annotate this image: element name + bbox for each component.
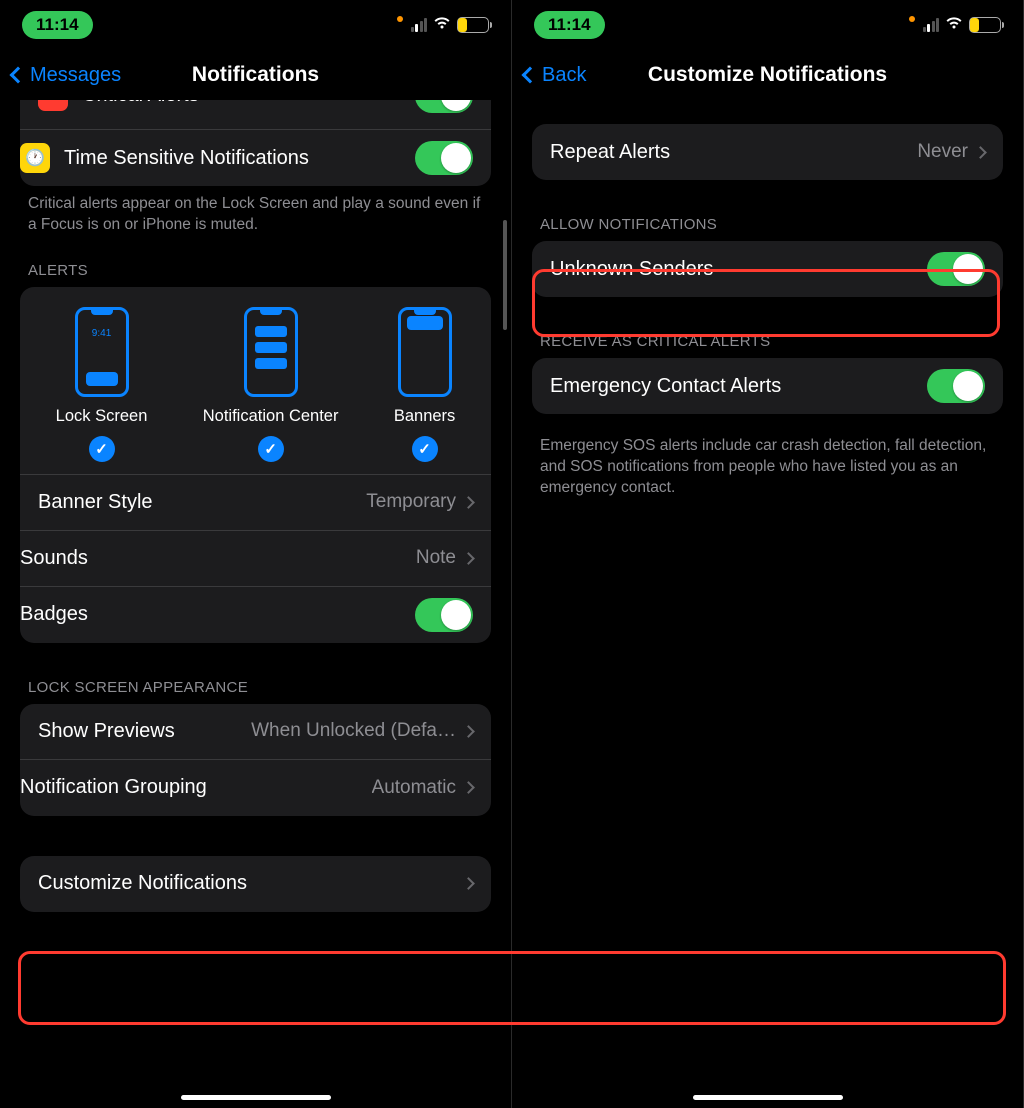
home-indicator[interactable] (693, 1095, 843, 1100)
emergency-footer: Emergency SOS alerts include car crash d… (532, 428, 1003, 519)
show-previews-value: When Unlocked (Defa… (251, 720, 456, 742)
notification-center-icon (244, 307, 298, 397)
critical-group: Emergency Contact Alerts (532, 358, 1003, 414)
grouping-label: Notification Grouping (20, 776, 372, 799)
battery-icon: 18 (457, 17, 489, 33)
unknown-senders-toggle[interactable] (927, 252, 985, 286)
critical-alerts-label: Critical Alerts (82, 100, 415, 107)
wifi-icon (945, 16, 963, 35)
phone-right: 11:14 18 Back Customize Notifications Re… (512, 0, 1024, 1108)
grouping-row[interactable]: Notification Grouping Automatic (20, 760, 491, 816)
check-icon: ✓ (258, 436, 284, 462)
battery-icon: 18 (969, 17, 1001, 33)
sounds-label: Sounds (20, 547, 416, 570)
chevron-right-icon (462, 781, 475, 794)
customize-notifications-row[interactable]: Customize Notifications (20, 856, 491, 912)
chevron-left-icon (522, 67, 539, 84)
clock-icon: 🕐 (20, 143, 50, 173)
chevron-right-icon (462, 877, 475, 890)
alert-lockscreen-option[interactable]: Lock Screen ✓ (56, 307, 148, 462)
alert-style-selector: Lock Screen ✓ Notification Center ✓ Bann… (20, 287, 491, 475)
lockscreen-group: Show Previews When Unlocked (Defa… Notif… (20, 704, 491, 816)
banner-icon (398, 307, 452, 397)
customize-label: Customize Notifications (38, 872, 464, 895)
alert-banner-label: Banners (394, 407, 455, 426)
content-left: Critical Alerts 🕐 Time Sensitive Notific… (0, 100, 511, 1108)
alert-center-option[interactable]: Notification Center ✓ (203, 307, 339, 462)
chevron-right-icon (462, 725, 475, 738)
back-button[interactable]: Back (524, 64, 586, 87)
page-title: Notifications (192, 63, 319, 87)
chevron-right-icon (462, 496, 475, 509)
chevron-left-icon (10, 67, 27, 84)
allow-group: Unknown Senders (532, 241, 1003, 297)
emergency-row[interactable]: Emergency Contact Alerts (532, 358, 1003, 414)
back-button[interactable]: Messages (12, 64, 121, 87)
signal-icon (923, 18, 940, 32)
allow-header: ALLOW NOTIFICATIONS (532, 194, 1003, 241)
badges-label: Badges (20, 603, 415, 626)
repeat-alerts-label: Repeat Alerts (550, 141, 917, 164)
wifi-icon (433, 16, 451, 35)
back-label: Back (542, 64, 586, 87)
show-previews-label: Show Previews (38, 720, 251, 743)
grouping-value: Automatic (372, 777, 456, 799)
unknown-senders-row[interactable]: Unknown Senders (532, 241, 1003, 297)
unknown-senders-label: Unknown Senders (550, 258, 927, 281)
banner-style-value: Temporary (366, 491, 456, 513)
sounds-row[interactable]: Sounds Note (20, 531, 491, 587)
lockscreen-icon (75, 307, 129, 397)
alerts-header: ALERTS (20, 256, 491, 287)
chevron-right-icon (462, 552, 475, 565)
status-bar: 11:14 18 (0, 0, 511, 50)
emergency-toggle[interactable] (927, 369, 985, 403)
back-label: Messages (30, 64, 121, 87)
bell-icon (38, 100, 68, 111)
repeat-alerts-row[interactable]: Repeat Alerts Never (532, 124, 1003, 180)
sounds-value: Note (416, 547, 456, 569)
alert-banner-option[interactable]: Banners ✓ (394, 307, 455, 462)
banner-style-row[interactable]: Banner Style Temporary (20, 475, 491, 531)
status-icons: 18 (397, 16, 490, 35)
alert-center-label: Notification Center (203, 407, 339, 426)
home-indicator[interactable] (181, 1095, 331, 1100)
critical-footer: Critical alerts appear on the Lock Scree… (20, 186, 491, 256)
scroll-indicator[interactable] (503, 220, 507, 330)
alert-lockscreen-label: Lock Screen (56, 407, 148, 426)
recording-dot-icon (397, 16, 403, 22)
status-time: 11:14 (534, 11, 605, 39)
content-right: Repeat Alerts Never ALLOW NOTIFICATIONS … (512, 100, 1023, 1108)
critical-header: RECEIVE AS CRITICAL ALERTS (532, 311, 1003, 358)
phone-left: 11:14 18 Messages Notifications Critical… (0, 0, 512, 1108)
recording-dot-icon (909, 16, 915, 22)
critical-group: Critical Alerts 🕐 Time Sensitive Notific… (20, 100, 491, 186)
status-bar: 11:14 18 (512, 0, 1023, 50)
nav-bar: Messages Notifications (0, 50, 511, 100)
show-previews-row[interactable]: Show Previews When Unlocked (Defa… (20, 704, 491, 760)
banner-style-label: Banner Style (38, 491, 366, 514)
time-sensitive-label: Time Sensitive Notifications (64, 147, 415, 170)
lockscreen-header: LOCK SCREEN APPEARANCE (20, 657, 491, 704)
check-icon: ✓ (89, 436, 115, 462)
status-time: 11:14 (22, 11, 93, 39)
status-icons: 18 (909, 16, 1002, 35)
time-sensitive-row[interactable]: 🕐 Time Sensitive Notifications (20, 130, 491, 186)
badges-toggle[interactable] (415, 598, 473, 632)
check-icon: ✓ (412, 436, 438, 462)
emergency-label: Emergency Contact Alerts (550, 375, 927, 398)
critical-alerts-toggle[interactable] (415, 100, 473, 113)
chevron-right-icon (974, 146, 987, 159)
repeat-group: Repeat Alerts Never (532, 124, 1003, 180)
customize-group: Customize Notifications (20, 856, 491, 912)
nav-bar: Back Customize Notifications (512, 50, 1023, 100)
page-title: Customize Notifications (648, 63, 887, 87)
repeat-alerts-value: Never (917, 141, 968, 163)
critical-alerts-row[interactable]: Critical Alerts (20, 100, 491, 130)
signal-icon (411, 18, 428, 32)
time-sensitive-toggle[interactable] (415, 141, 473, 175)
alerts-group: Lock Screen ✓ Notification Center ✓ Bann… (20, 287, 491, 643)
badges-row[interactable]: Badges (20, 587, 491, 643)
